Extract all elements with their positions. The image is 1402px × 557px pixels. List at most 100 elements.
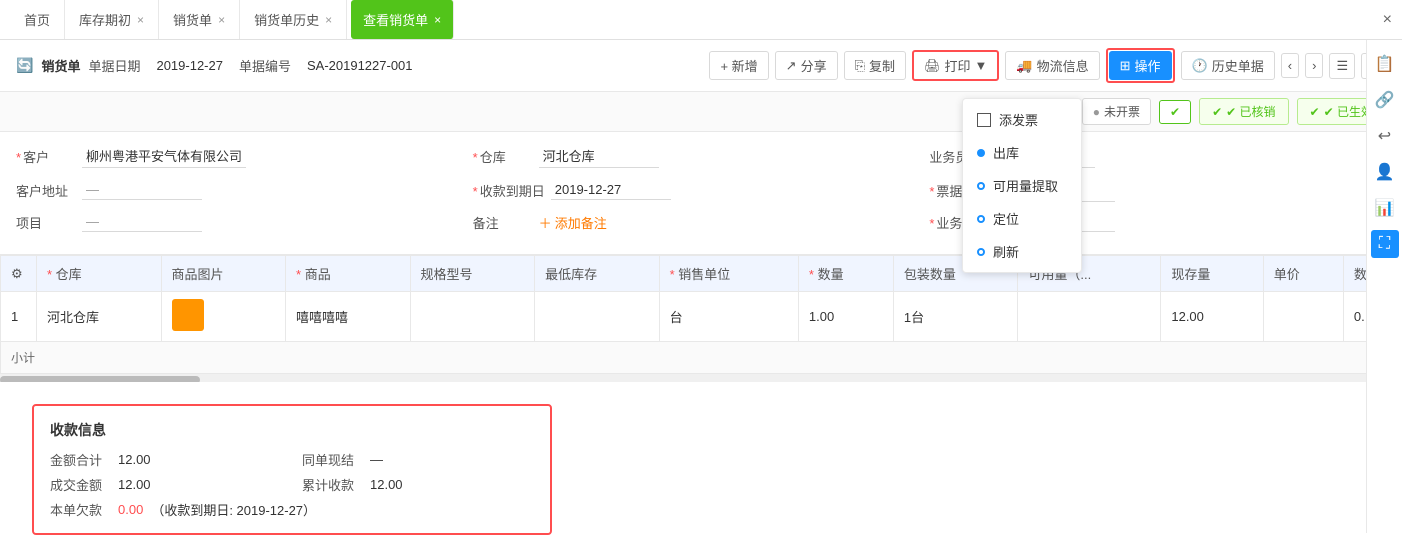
right-panel-return-btn[interactable]: ↩ [1371, 122, 1399, 150]
cumulative-row: 累计收款 12.00 [302, 475, 534, 494]
payment-title: 收款信息 [50, 420, 534, 440]
total-row: 金额合计 12.00 [50, 450, 282, 469]
data-table: ⚙ * 仓库 商品图片 * 商品 规格型号 最低库存 * 销售单位 * 数量 包… [0, 255, 1402, 374]
form-row-3: 项目 — 备注 ＋ 添加备注 业务员孟 — [16, 212, 1386, 232]
nav-next-button[interactable]: › [1305, 53, 1323, 78]
right-panel-chart-btn[interactable]: 📊 [1371, 194, 1399, 222]
tab-home[interactable]: 首页 [10, 0, 65, 39]
operations-highlight: ⊞ 操作 [1106, 48, 1175, 83]
ops-icon: ⊞ [1120, 58, 1131, 74]
doc-date-value: 2019-12-27 [156, 58, 223, 73]
locate-label: 定位 [993, 209, 1019, 228]
balance-value: 0.00 [118, 502, 143, 517]
col-current-stock: 现存量 [1161, 256, 1263, 292]
customer-field: 客户 柳州粤港平安气体有限公司 [16, 144, 473, 168]
chart-panel-icon: 📊 [1375, 198, 1395, 218]
right-panel-copy-btn[interactable]: 📋 [1371, 50, 1399, 78]
table-body: 1 河北仓库 嘻嘻嘻嘻 台 1.00 1台 12.00 0. [1, 292, 1402, 374]
history-button[interactable]: 🕐 历史单据 [1181, 51, 1275, 80]
col-product-img: 商品图片 [161, 256, 286, 292]
share-icon: ↗ [786, 58, 797, 74]
project-label: 项目 [16, 213, 76, 232]
view-list-button[interactable]: ☰ [1329, 53, 1355, 79]
warehouse-value[interactable]: 河北仓库 [539, 144, 659, 168]
tab-sales[interactable]: 销货单 × [159, 0, 240, 39]
cell-pkg-qty: 1台 [893, 292, 1018, 342]
tab-view-sales[interactable]: 查看销货单 × [351, 0, 454, 39]
tab-close-inventory[interactable]: × [137, 13, 144, 27]
col-warehouse: * 仓库 [37, 256, 162, 292]
operations-dropdown: 添发票 出库 可用量提取 定位 刷新 [962, 98, 1082, 273]
operations-button[interactable]: ⊞ 操作 [1109, 51, 1172, 80]
due-date-label: 收款到期日 [473, 181, 545, 200]
add-invoice-label: 添发票 [999, 110, 1038, 129]
col-gear[interactable]: ⚙ [1, 256, 37, 292]
cell-spec [410, 292, 535, 342]
doc-type-label: 销货单 [41, 56, 80, 75]
tab-sales-history[interactable]: 销货单历史 × [240, 0, 347, 39]
nav-prev-button[interactable]: ‹ [1281, 53, 1299, 78]
available-qty-item[interactable]: 可用量提取 [963, 169, 1081, 202]
add-invoice-item[interactable]: 添发票 [963, 103, 1081, 136]
tab-close-sales[interactable]: × [218, 13, 225, 27]
doc-icon: 🔄 [16, 57, 33, 74]
right-panel-expand-btn[interactable]: ⛶ [1371, 230, 1399, 258]
link-panel-icon: 🔗 [1375, 90, 1395, 110]
copy-button[interactable]: ⎘ 复制 [844, 51, 906, 80]
data-table-wrapper: ⚙ * 仓库 商品图片 * 商品 规格型号 最低库存 * 销售单位 * 数量 包… [0, 255, 1402, 382]
right-panel: 📋 🔗 ↩ 👤 📊 ⛶ [1366, 40, 1402, 533]
effective-check-icon: ✔ [1310, 105, 1320, 119]
balance-inner-row: 本单欠款 0.00 （收款到期日: 2019-12-27） [50, 500, 534, 519]
add-button[interactable]: + 新增 [709, 51, 768, 80]
invoice-status-btn[interactable]: ● 未开票 [1082, 98, 1151, 125]
expand-panel-icon: ⛶ [1379, 235, 1390, 253]
verified-check-icon: ✔ [1212, 105, 1222, 119]
outbound-label: 出库 [993, 143, 1019, 162]
cell-unit: 台 [659, 292, 798, 342]
check-icon-btn[interactable]: ✔ [1159, 100, 1191, 124]
status-bar: □ 来自手机 ● 未开票 ✔ ✔ ✔ 已核销 ✔ ✔ 已生效 [0, 92, 1402, 132]
cell-current-stock: 12.00 [1161, 292, 1263, 342]
outbound-dot-icon [977, 149, 985, 157]
refresh-label: 刷新 [993, 242, 1019, 261]
outbound-item[interactable]: 出库 [963, 136, 1081, 169]
col-min-stock: 最低库存 [535, 256, 660, 292]
col-qty: * 数量 [798, 256, 893, 292]
locate-icon [977, 215, 985, 223]
settlement-row: 同单现结 — [302, 450, 534, 469]
print-button[interactable]: 🖨 打印 ▼ [912, 50, 999, 81]
customer-value[interactable]: 柳州粤港平安气体有限公司 [82, 144, 246, 168]
refresh-item[interactable]: 刷新 [963, 235, 1081, 268]
logistics-button[interactable]: 🚚 物流信息 [1005, 51, 1099, 80]
cell-seq: 1 [1, 292, 37, 342]
plus-icon: ＋ [539, 213, 552, 232]
tab-bar: 首页 库存期初 × 销货单 × 销货单历史 × 查看销货单 × × [0, 0, 1402, 40]
tab-bar-close[interactable]: × [1383, 11, 1392, 29]
payment-wrapper: 收款信息 金额合计 12.00 同单现结 — 成交金额 12.00 累计收款 1… [0, 382, 1402, 557]
note-label: 备注 [473, 213, 533, 232]
print-icon: 🖨 [924, 58, 941, 74]
address-field: 客户地址 — [16, 180, 473, 200]
tab-inventory[interactable]: 库存期初 × [65, 0, 159, 39]
cell-product: 嘻嘻嘻嘻 [286, 292, 411, 342]
trade-amount-label: 成交金额 [50, 475, 110, 494]
right-panel-link-btn[interactable]: 🔗 [1371, 86, 1399, 114]
cell-warehouse: 河北仓库 [37, 292, 162, 342]
address-value[interactable]: — [82, 180, 202, 200]
due-date-value[interactable]: 2019-12-27 [551, 180, 671, 200]
doc-title-area: 🔄 销货单 单据日期 2019-12-27 单据编号 SA-20191227-0… [16, 56, 693, 75]
share-button[interactable]: ↗ 分享 [775, 51, 838, 80]
right-panel-user-btn[interactable]: 👤 [1371, 158, 1399, 186]
cell-qty: 1.00 [798, 292, 893, 342]
locate-item[interactable]: 定位 [963, 202, 1081, 235]
cumulative-value: 12.00 [370, 477, 403, 492]
tab-close-history[interactable]: × [325, 13, 332, 27]
project-value[interactable]: — [82, 212, 202, 232]
cell-img [161, 292, 286, 342]
warehouse-label: 仓库 [473, 147, 533, 166]
truck-icon: 🚚 [1016, 58, 1032, 74]
copy-icon: ⎘ [855, 58, 865, 74]
add-note-button[interactable]: ＋ 添加备注 [539, 213, 607, 232]
tab-close-view[interactable]: × [434, 13, 441, 27]
col-unit-price: 单价 [1263, 256, 1343, 292]
